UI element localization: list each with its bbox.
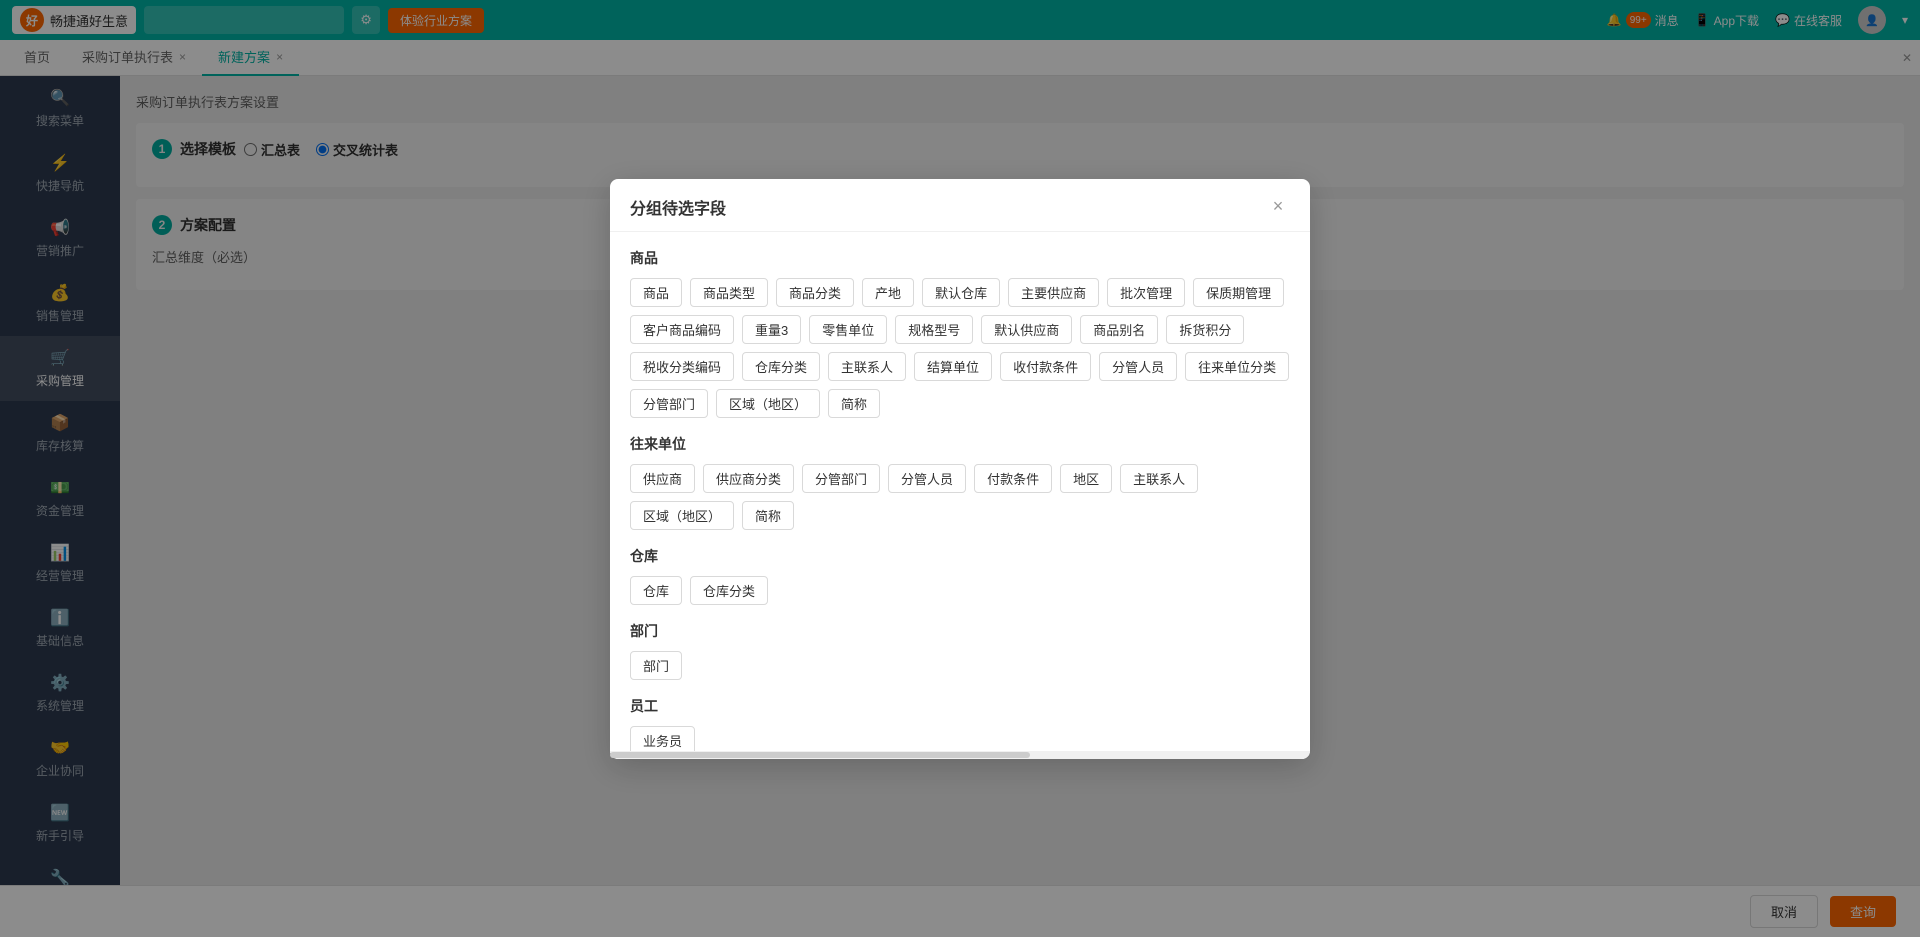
field-tag[interactable]: 区域（地区） xyxy=(630,501,734,530)
modal-overlay: 分组待选字段 × 商品商品商品类型商品分类产地默认仓库主要供应商批次管理保质期管… xyxy=(0,0,1920,937)
field-tag[interactable]: 收付款条件 xyxy=(1000,352,1091,381)
field-tag[interactable]: 主要供应商 xyxy=(1008,278,1099,307)
modal-title: 分组待选字段 xyxy=(630,195,726,219)
field-tags-partner: 供应商供应商分类分管部门分管人员付款条件地区主联系人区域（地区） 简称 xyxy=(630,464,1290,530)
field-tags-department: 部门 xyxy=(630,651,1290,680)
section-title-department: 部门 xyxy=(630,621,1290,641)
field-tag[interactable]: 仓库 xyxy=(630,576,682,605)
field-section-partner: 往来单位供应商供应商分类分管部门分管人员付款条件地区主联系人区域（地区） 简称 xyxy=(630,434,1290,530)
field-tag[interactable]: 商品别名 xyxy=(1080,315,1158,344)
field-tags-product: 商品商品类型商品分类产地默认仓库主要供应商批次管理保质期管理客户商品编码重量3 零… xyxy=(630,278,1290,418)
field-tag[interactable]: 业务员 xyxy=(630,726,695,751)
field-tag[interactable]: 商品类型 xyxy=(690,278,768,307)
field-tag[interactable]: 简称 xyxy=(828,389,880,418)
modal-body: 商品商品商品类型商品分类产地默认仓库主要供应商批次管理保质期管理客户商品编码重量… xyxy=(610,232,1310,751)
modal-scroll-track xyxy=(610,751,1310,759)
field-tag[interactable]: 产地 xyxy=(862,278,914,307)
field-section-warehouse: 仓库仓库仓库分类 xyxy=(630,546,1290,605)
field-tag[interactable]: 主联系人 xyxy=(1120,464,1198,493)
field-tag[interactable]: 结算单位 xyxy=(914,352,992,381)
field-tag[interactable]: 客户商品编码 xyxy=(630,315,734,344)
field-tag[interactable]: 批次管理 xyxy=(1107,278,1185,307)
field-section-product: 商品商品商品类型商品分类产地默认仓库主要供应商批次管理保质期管理客户商品编码重量… xyxy=(630,248,1290,418)
field-section-department: 部门部门 xyxy=(630,621,1290,680)
field-tag[interactable]: 默认仓库 xyxy=(922,278,1000,307)
field-tag[interactable]: 商品分类 xyxy=(776,278,854,307)
field-tag[interactable]: 分管人员 xyxy=(888,464,966,493)
field-tag[interactable]: 重量3 xyxy=(742,315,801,344)
field-tag[interactable]: 地区 xyxy=(1060,464,1112,493)
field-tag[interactable]: 商品 xyxy=(630,278,682,307)
field-tag[interactable]: 规格型号 xyxy=(895,315,973,344)
field-tag[interactable]: 默认供应商 xyxy=(981,315,1072,344)
section-title-partner: 往来单位 xyxy=(630,434,1290,454)
section-title-product: 商品 xyxy=(630,248,1290,268)
field-tag[interactable]: 拆货积分 xyxy=(1166,315,1244,344)
field-tag[interactable]: 仓库分类 xyxy=(690,576,768,605)
field-tag[interactable]: 零售单位 xyxy=(809,315,887,344)
field-tag[interactable]: 税收分类编码 xyxy=(630,352,734,381)
field-tag[interactable]: 简称 xyxy=(742,501,794,530)
field-tag[interactable]: 区域（地区） xyxy=(716,389,820,418)
modal-header: 分组待选字段 × xyxy=(610,179,1310,232)
section-title-warehouse: 仓库 xyxy=(630,546,1290,566)
field-tag[interactable]: 部门 xyxy=(630,651,682,680)
field-tag[interactable]: 仓库分类 xyxy=(742,352,820,381)
field-tag[interactable]: 主联系人 xyxy=(828,352,906,381)
modal-close-button[interactable]: × xyxy=(1266,195,1290,219)
modal-dialog: 分组待选字段 × 商品商品商品类型商品分类产地默认仓库主要供应商批次管理保质期管… xyxy=(610,179,1310,759)
field-tag[interactable]: 往来单位分类 xyxy=(1185,352,1289,381)
field-tag[interactable]: 分管部门 xyxy=(630,389,708,418)
modal-scroll-thumb xyxy=(610,752,1030,758)
field-tag[interactable]: 供应商 xyxy=(630,464,695,493)
field-tags-warehouse: 仓库仓库分类 xyxy=(630,576,1290,605)
section-title-employee: 员工 xyxy=(630,696,1290,716)
field-section-employee: 员工业务员 xyxy=(630,696,1290,751)
field-tag[interactable]: 保质期管理 xyxy=(1193,278,1284,307)
field-tag[interactable]: 分管人员 xyxy=(1099,352,1177,381)
field-tag[interactable]: 分管部门 xyxy=(802,464,880,493)
field-tags-employee: 业务员 xyxy=(630,726,1290,751)
field-tag[interactable]: 付款条件 xyxy=(974,464,1052,493)
field-tag[interactable]: 供应商分类 xyxy=(703,464,794,493)
